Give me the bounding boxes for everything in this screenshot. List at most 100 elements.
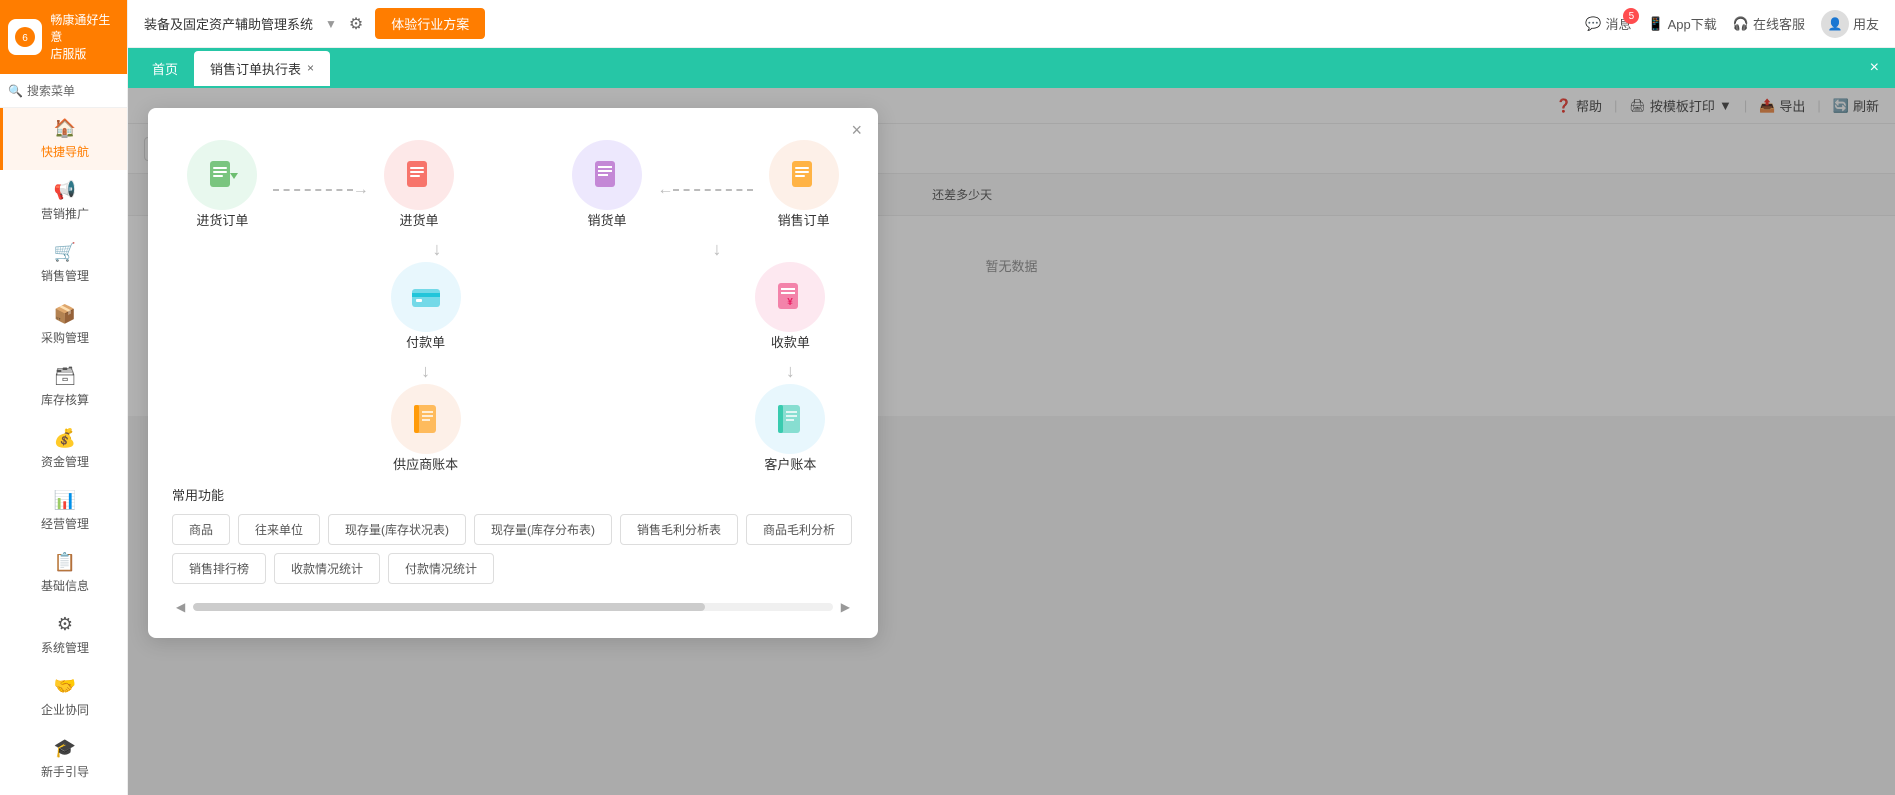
- purchase-bill-node[interactable]: 进货单: [369, 140, 470, 229]
- flow-row2-arrows: ↓ ↓: [362, 237, 854, 262]
- flow-row2: 付款单 ¥ 收款单: [362, 262, 854, 351]
- inventory-icon: 🗃: [54, 366, 77, 387]
- sidebar-item-marketing[interactable]: 📢 营销推广: [0, 170, 127, 232]
- search-icon: 🔍: [8, 84, 23, 98]
- customer-ledger-node[interactable]: 客户账本: [727, 384, 854, 473]
- scroll-right-btn[interactable]: ▶: [837, 600, 854, 614]
- sales-icon: 🛒: [54, 242, 76, 263]
- purchase-icon: 📦: [54, 304, 76, 325]
- cf-btn-payment-stats[interactable]: 付款情况统计: [388, 553, 494, 584]
- topbar-dropdown-icon[interactable]: ▼: [325, 17, 337, 31]
- system-title: 装备及固定资产辅助管理系统: [144, 14, 313, 33]
- sb-down-arrow: ↓: [642, 239, 792, 260]
- cf-btn-sales-profit[interactable]: 销售毛利分析表: [620, 514, 738, 545]
- online-service-btn[interactable]: 🎧 在线客服: [1733, 14, 1805, 33]
- cf-btn-product-profit[interactable]: 商品毛利分析: [746, 514, 852, 545]
- sidebar-item-purchase[interactable]: 📦 采购管理: [0, 294, 127, 356]
- user-profile[interactable]: 👤 用友: [1821, 10, 1879, 38]
- scroll-left-btn[interactable]: ◀: [172, 600, 189, 614]
- settings-icon[interactable]: ⚙: [349, 14, 363, 34]
- common-functions-title: 常用功能: [172, 485, 854, 504]
- sidebar: 6 畅康通好生意 店服版 🔍 搜索菜单 🏠 快捷导航 📢 营销推广 🛒 销售管理: [0, 0, 128, 795]
- operations-icon: 📊: [54, 490, 76, 511]
- pay-down-arrow: ↓: [362, 361, 489, 382]
- supplier-ledger-icon: [391, 384, 461, 454]
- cf-btn-product[interactable]: 商品: [172, 514, 230, 545]
- tab-sales-exec[interactable]: 销售订单执行表 ×: [194, 51, 330, 86]
- sidebar-item-finance[interactable]: 💰 资金管理: [0, 418, 127, 480]
- svg-text:¥: ¥: [788, 297, 794, 308]
- flow-diagram: 进货订单 → 进: [172, 132, 854, 481]
- sidebar-search[interactable]: 🔍 搜索菜单: [0, 74, 127, 108]
- sales-bill-node[interactable]: 销货单: [557, 140, 658, 229]
- common-functions-section: 常用功能 商品 往来单位 现存量(库存状况表) 现存量(库存分布表) 销售毛利分…: [172, 485, 854, 584]
- modal-close-btn[interactable]: ×: [851, 120, 862, 141]
- message-badge: 5: [1623, 8, 1639, 24]
- sidebar-item-quick-nav[interactable]: 🏠 快捷导航: [0, 108, 127, 170]
- home-icon: 🏠: [54, 118, 76, 139]
- sidebar-item-inventory[interactable]: 🗃 库存核算: [0, 356, 127, 418]
- tab-home[interactable]: 首页: [136, 51, 194, 86]
- finance-icon: 💰: [54, 428, 76, 449]
- purchase-order-node[interactable]: 进货订单: [172, 140, 273, 229]
- sidebar-item-operations[interactable]: 📊 经营管理: [0, 480, 127, 542]
- flow-row3: 供应商账本 客户账本: [362, 384, 854, 473]
- page-body: ❓ 帮助 | 🖨 按模板打印 ▼ | 📤 导出 | 🔄 刷新: [128, 88, 1895, 795]
- sidebar-item-enterprise[interactable]: 🤝 企业协同: [0, 666, 127, 728]
- app-logo[interactable]: 6 畅康通好生意 店服版: [0, 0, 127, 74]
- modal-scrollbar: ◀ ▶: [172, 600, 854, 614]
- customer-ledger-icon: [755, 384, 825, 454]
- sales-bill-icon: [572, 140, 642, 210]
- tab-close-icon[interactable]: ×: [307, 61, 314, 75]
- scroll-track[interactable]: [193, 603, 833, 611]
- sidebar-nav: 🏠 快捷导航 📢 营销推广 🛒 销售管理 📦 采购管理 🗃 库存核算 💰: [0, 108, 127, 795]
- arrow-po-to-pb: →: [273, 181, 369, 229]
- topbar-right: 💬 消息 5 📱 App下载 🎧 在线客服 👤 用友: [1585, 10, 1879, 38]
- svg-text:6: 6: [22, 33, 28, 44]
- sidebar-item-system[interactable]: ⚙ 系统管理: [0, 604, 127, 666]
- sidebar-item-basic[interactable]: 📋 基础信息: [0, 542, 127, 604]
- marketing-icon: 📢: [54, 180, 76, 201]
- cf-btn-stock-status[interactable]: 现存量(库存状况表): [328, 514, 466, 545]
- payment-bill-node[interactable]: 付款单: [362, 262, 489, 351]
- app-download-btn[interactable]: 📱 App下载: [1647, 14, 1716, 33]
- supplier-ledger-node[interactable]: 供应商账本: [362, 384, 489, 473]
- common-functions-buttons: 商品 往来单位 现存量(库存状况表) 现存量(库存分布表) 销售毛利分析表 商品…: [172, 514, 854, 584]
- pb-down-arrow: ↓: [362, 239, 512, 260]
- scroll-thumb: [193, 603, 705, 611]
- newbie-icon: 🎓: [54, 738, 76, 759]
- service-icon: 🎧: [1733, 16, 1749, 32]
- logo-icon: 6: [8, 19, 42, 55]
- cf-btn-receipt-stats[interactable]: 收款情况统计: [274, 553, 380, 584]
- sidebar-item-newbie[interactable]: 🎓 新手引导: [0, 728, 127, 790]
- message-icon: 💬: [1585, 16, 1601, 32]
- cf-btn-sales-rank[interactable]: 销售排行榜: [172, 553, 266, 584]
- main-content: 装备及固定资产辅助管理系统 ▼ ⚙ 体验行业方案 💬 消息 5 📱 App下载 …: [128, 0, 1895, 795]
- sales-order-icon: [769, 140, 839, 210]
- purchase-bill-icon: [384, 140, 454, 210]
- message-btn[interactable]: 💬 消息 5: [1585, 14, 1631, 33]
- rec-down-arrow: ↓: [727, 361, 854, 382]
- cf-btn-stock-dist[interactable]: 现存量(库存分布表): [474, 514, 612, 545]
- tabs-bar: 首页 销售订单执行表 × ×: [128, 48, 1895, 88]
- system-icon: ⚙: [57, 614, 73, 635]
- sales-order-node[interactable]: 销售订单: [753, 140, 854, 229]
- cf-btn-partner[interactable]: 往来单位: [238, 514, 320, 545]
- sidebar-item-sales[interactable]: 🛒 销售管理: [0, 232, 127, 294]
- quick-nav-modal: × 进货订单: [148, 108, 878, 638]
- topbar: 装备及固定资产辅助管理系统 ▼ ⚙ 体验行业方案 💬 消息 5 📱 App下载 …: [128, 0, 1895, 48]
- logo-text: 畅康通好生意 店服版: [50, 12, 119, 62]
- enterprise-icon: 🤝: [54, 676, 76, 697]
- user-avatar: 👤: [1821, 10, 1849, 38]
- flow-row1: 进货订单 → 进: [172, 140, 854, 229]
- basic-icon: 📋: [54, 552, 76, 573]
- close-all-tabs-btn[interactable]: ×: [1862, 55, 1887, 81]
- modal-overlay[interactable]: × 进货订单: [128, 88, 1895, 795]
- trial-button[interactable]: 体验行业方案: [375, 8, 485, 39]
- purchase-order-icon: [187, 140, 257, 210]
- arrow-so-to-sb: ←: [657, 181, 753, 229]
- receipt-bill-node[interactable]: ¥ 收款单: [727, 262, 854, 351]
- download-icon: 📱: [1647, 16, 1663, 32]
- flow-row3-arrows: ↓ ↓: [362, 359, 854, 384]
- receipt-bill-icon: ¥: [755, 262, 825, 332]
